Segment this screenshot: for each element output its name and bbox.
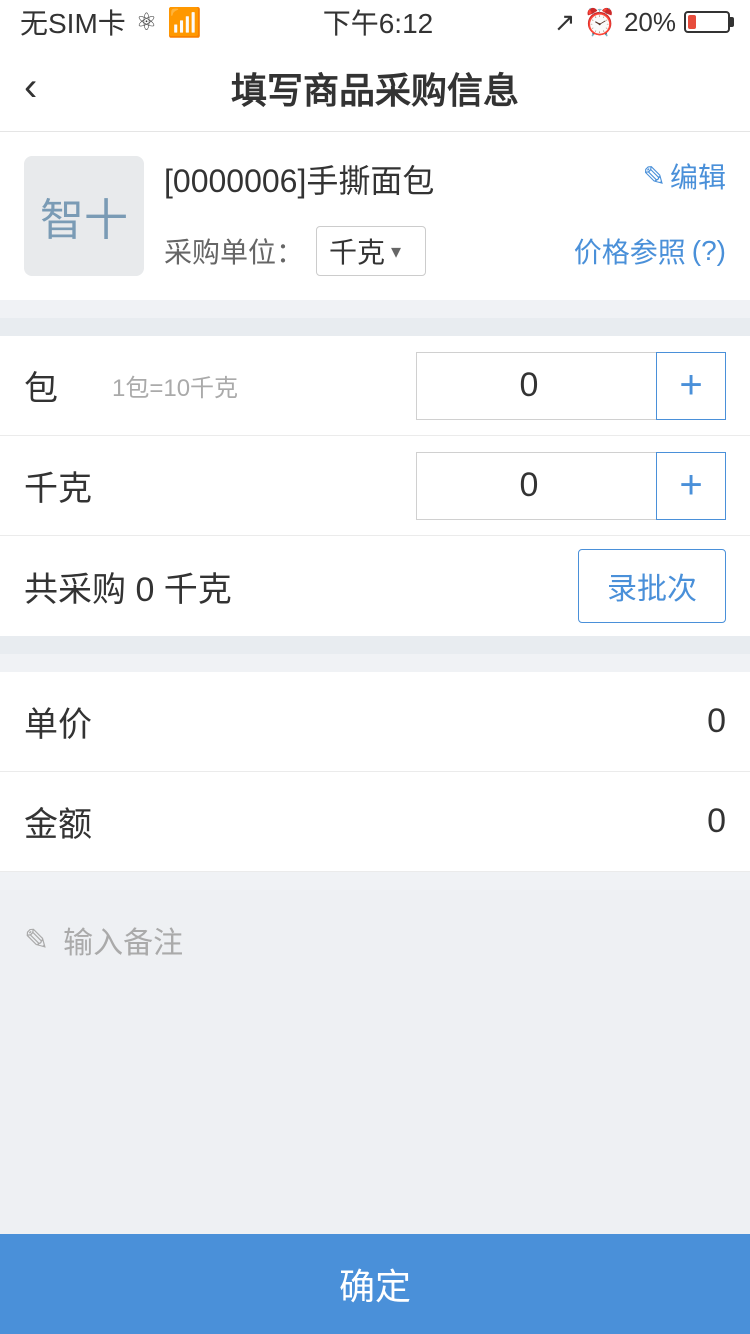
pack-label: 包: [24, 361, 104, 410]
section-divider-2: [0, 636, 750, 654]
dropdown-arrow-icon: ▾: [391, 239, 401, 264]
location-icon: ↗: [554, 7, 576, 38]
pack-sub-label: 1包=10千克: [112, 368, 238, 403]
total-text: 共采购 0 千克: [24, 562, 232, 611]
amount-value: 0: [707, 802, 726, 841]
unit-price-row: 单价 0: [0, 672, 750, 772]
purchase-unit: 采购单位： 千克 ▾: [164, 226, 426, 276]
kg-input-control: +: [416, 452, 726, 520]
page-title: 填写商品采购信息: [231, 62, 519, 114]
kg-label: 千克: [24, 461, 104, 510]
product-name: [0000006]手撕面包: [164, 156, 434, 202]
confirm-button-label: 确定: [339, 1258, 411, 1310]
product-meta: 采购单位： 千克 ▾ 价格参照 (?): [164, 226, 726, 276]
input-section: 包 1包=10千克 + 千克 +: [0, 336, 750, 536]
kg-plus-button[interactable]: +: [656, 452, 726, 520]
status-right: ↗ ⏰ 20%: [554, 7, 730, 38]
remark-section[interactable]: ✎ 输入备注: [0, 890, 750, 990]
product-image: 智十: [24, 156, 144, 276]
status-left: 无SIM卡 ⚛︎ 📶: [20, 2, 202, 42]
kg-input-row: 千克 +: [0, 436, 750, 536]
product-card: 智十 [0000006]手撕面包 ✎ 编辑 采购单位： 千克 ▾ 价格参照 (?…: [0, 132, 750, 300]
battery-percent: 20%: [624, 7, 676, 38]
price-ref-help-icon: (?): [692, 235, 726, 267]
nav-bar: ‹ 填写商品采购信息: [0, 44, 750, 132]
price-ref-button[interactable]: 价格参照 (?): [574, 231, 726, 271]
unit-price-value: 0: [707, 702, 726, 741]
section-divider-1: [0, 318, 750, 336]
kg-quantity-input[interactable]: [416, 452, 656, 520]
status-time: 下午6:12: [323, 2, 434, 42]
battery-icon: [684, 11, 730, 33]
status-bar: 无SIM卡 ⚛︎ 📶 下午6:12 ↗ ⏰ 20%: [0, 0, 750, 44]
purchase-unit-label: 采购单位：: [164, 231, 304, 271]
wifi-icon: ⚛︎: [136, 8, 158, 37]
amount-label: 金额: [24, 797, 92, 846]
pack-input-control: +: [416, 352, 726, 420]
product-logo: 智十: [40, 184, 128, 248]
price-ref-label: 价格参照: [574, 231, 686, 271]
product-header: [0000006]手撕面包 ✎ 编辑: [164, 156, 726, 222]
price-section: 单价 0 金额 0: [0, 672, 750, 872]
edit-button[interactable]: ✎ 编辑: [643, 156, 726, 196]
remark-placeholder: 输入备注: [63, 918, 183, 962]
unit-select-value: 千克: [329, 231, 385, 271]
pack-quantity-input[interactable]: [416, 352, 656, 420]
confirm-button[interactable]: 确定: [0, 1234, 750, 1334]
total-row: 共采购 0 千克 录批次: [0, 536, 750, 636]
product-info: [0000006]手撕面包 ✎ 编辑 采购单位： 千克 ▾ 价格参照 (?): [164, 156, 726, 276]
pack-plus-button[interactable]: +: [656, 352, 726, 420]
wifi-signal: 📶: [167, 6, 202, 39]
carrier-text: 无SIM卡: [20, 2, 126, 42]
edit-icon: ✎: [643, 160, 666, 193]
record-batch-button[interactable]: 录批次: [578, 549, 726, 623]
unit-price-label: 单价: [24, 697, 92, 746]
alarm-icon: ⏰: [584, 7, 616, 38]
pack-input-row: 包 1包=10千克 +: [0, 336, 750, 436]
back-button[interactable]: ‹: [24, 65, 37, 110]
edit-label: 编辑: [670, 156, 726, 196]
pencil-icon: ✎: [24, 923, 49, 958]
unit-select[interactable]: 千克 ▾: [316, 226, 426, 276]
amount-row: 金额 0: [0, 772, 750, 872]
